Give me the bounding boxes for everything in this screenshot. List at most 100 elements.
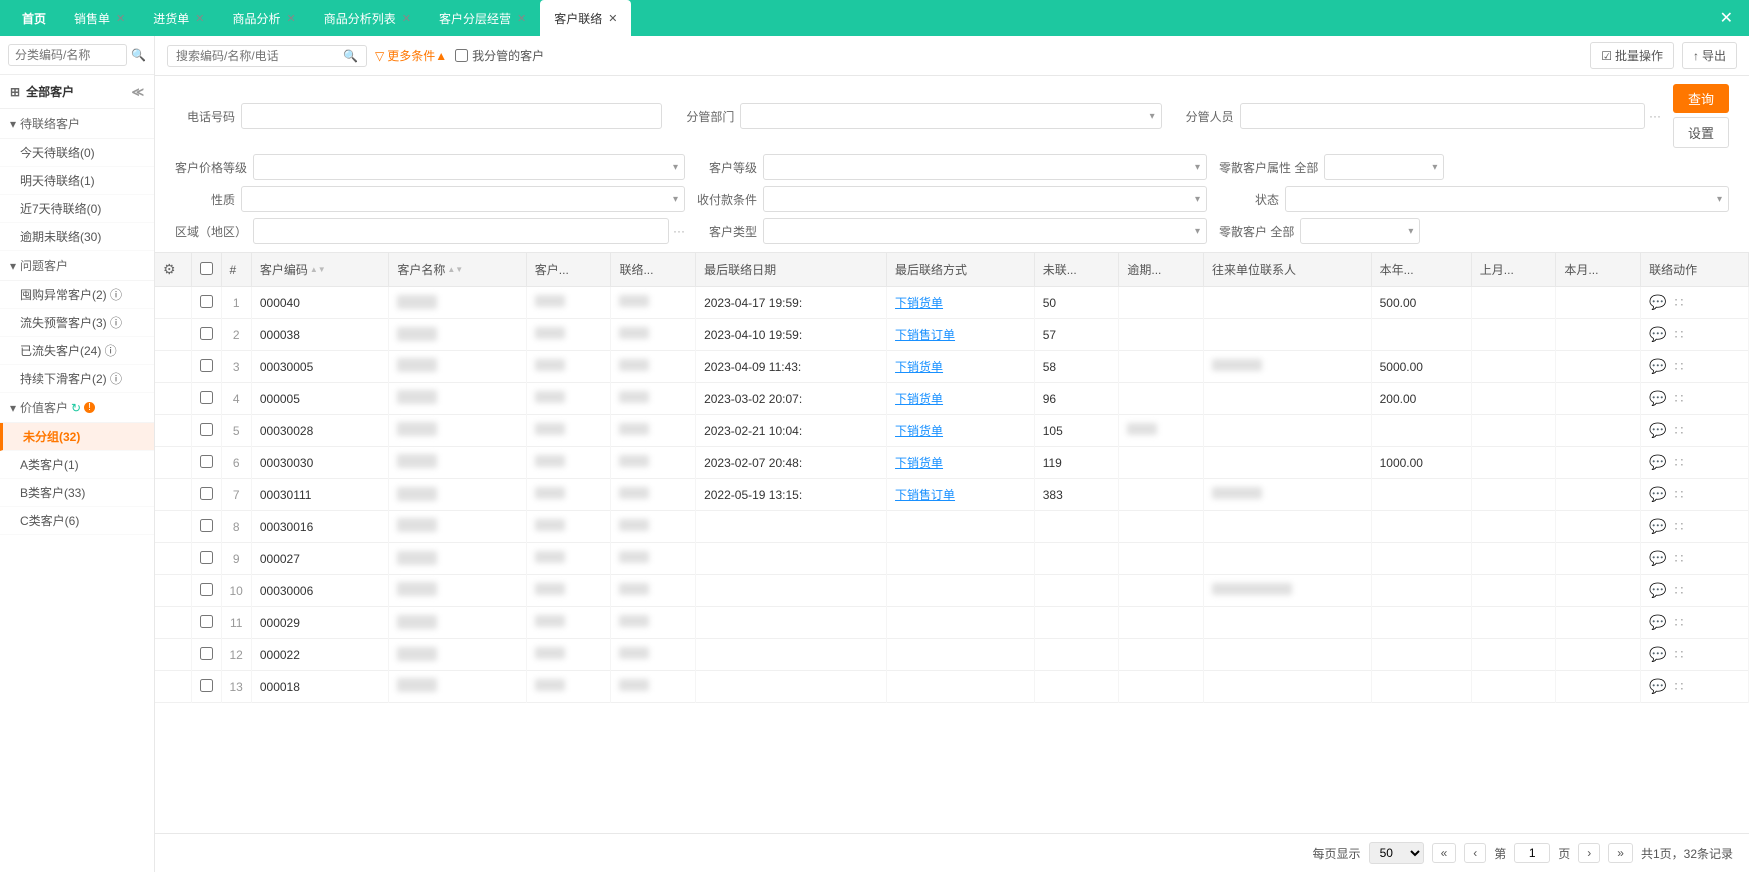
collapse-sidebar-icon[interactable]: ≪ <box>131 85 144 99</box>
filter-search-input[interactable] <box>176 49 339 63</box>
filter-phone-input[interactable] <box>241 103 662 129</box>
row-checkbox[interactable] <box>200 615 213 628</box>
row-last-contact-method[interactable]: 下销货单 <box>887 415 1035 447</box>
chat-icon[interactable]: 💬 <box>1649 518 1666 535</box>
filter-search-icon[interactable]: 🔍 <box>343 49 358 63</box>
nav-tab-sales[interactable]: 销售单 ✕ <box>60 0 139 36</box>
chat-icon[interactable]: 💬 <box>1649 454 1666 471</box>
row-last-contact-method[interactable]: 下销货单 <box>887 351 1035 383</box>
row-checkbox[interactable] <box>200 295 213 308</box>
sidebar-item-7days[interactable]: 近7天待联络(0) <box>0 195 154 223</box>
chat-icon[interactable]: 💬 <box>1649 486 1666 503</box>
filter-price-level-select[interactable]: ▾ <box>253 154 685 180</box>
nav-tab-customer-contact[interactable]: 客户联络 ✕ <box>540 0 631 36</box>
more-actions-icon[interactable]: ∷ <box>1675 294 1684 311</box>
chat-icon[interactable]: 💬 <box>1649 678 1666 695</box>
close-customer-contact-icon[interactable]: ✕ <box>608 12 617 25</box>
sidebar-item-hoarding[interactable]: 囤购异常客户(2) ⓘ <box>0 281 154 309</box>
sidebar-item-churned[interactable]: 已流失客户(24) ⓘ <box>0 337 154 365</box>
more-actions-icon[interactable]: ∷ <box>1675 390 1684 407</box>
more-actions-icon[interactable]: ∷ <box>1675 326 1684 343</box>
sidebar-group-problem[interactable]: ▾ 问题客户 <box>0 251 154 281</box>
this-month-col-header[interactable]: 本月... <box>1556 253 1641 287</box>
select-all-checkbox[interactable] <box>200 262 213 275</box>
chat-icon[interactable]: 💬 <box>1649 294 1666 311</box>
row-checkbox[interactable] <box>200 551 213 564</box>
first-page-button[interactable]: « <box>1432 843 1457 863</box>
page-number-input[interactable] <box>1514 843 1550 863</box>
row-last-contact-method[interactable]: 下销货单 <box>887 287 1035 319</box>
chat-icon[interactable]: 💬 <box>1649 646 1666 663</box>
row-checkbox[interactable] <box>200 327 213 340</box>
filter-payment-select[interactable]: ▾ <box>763 186 1207 212</box>
filter-customer-level-select[interactable]: ▾ <box>763 154 1207 180</box>
close-purchase-icon[interactable]: ✕ <box>195 12 204 25</box>
prev-page-button[interactable]: ‹ <box>1464 843 1486 863</box>
contact-col-header[interactable]: 联络... <box>611 253 696 287</box>
row-checkbox[interactable] <box>200 487 213 500</box>
window-close-button[interactable]: ✕ <box>1712 8 1741 28</box>
more-actions-icon[interactable]: ∷ <box>1675 678 1684 695</box>
chat-icon[interactable]: 💬 <box>1649 422 1666 439</box>
type-col-header[interactable]: 客户... <box>526 253 611 287</box>
row-last-contact-method[interactable]: 下销货单 <box>887 447 1035 479</box>
export-button[interactable]: ↑ 导出 <box>1682 42 1737 69</box>
chat-icon[interactable]: 💬 <box>1649 582 1666 599</box>
more-actions-icon[interactable]: ∷ <box>1675 486 1684 503</box>
sidebar-item-ungroup[interactable]: 未分组(32) <box>0 423 154 451</box>
nav-tab-product-analysis-list[interactable]: 商品分析列表 ✕ <box>310 0 425 36</box>
sidebar-item-declining[interactable]: 持续下滑客户(2) ⓘ <box>0 365 154 393</box>
sidebar-item-b-class[interactable]: B类客户(33) <box>0 479 154 507</box>
sidebar-search-icon[interactable]: 🔍 <box>131 48 146 62</box>
filter-customer-type-select[interactable]: ▾ <box>763 218 1207 244</box>
nav-tab-customer-segment[interactable]: 客户分层经营 ✕ <box>425 0 540 36</box>
name-col-header[interactable]: 客户名称▲▼ <box>389 253 526 287</box>
row-last-contact-method[interactable] <box>887 575 1035 607</box>
close-sales-icon[interactable]: ✕ <box>116 12 125 25</box>
query-button[interactable]: 查询 <box>1673 84 1729 113</box>
chat-icon[interactable]: 💬 <box>1649 390 1666 407</box>
row-last-contact-method[interactable] <box>887 543 1035 575</box>
close-product-analysis-list-icon[interactable]: ✕ <box>402 12 411 25</box>
batch-operation-button[interactable]: ☑ 批量操作 <box>1590 42 1674 69</box>
close-product-analysis-icon[interactable]: ✕ <box>287 12 296 25</box>
sidebar-item-today[interactable]: 今天待联络(0) <box>0 139 154 167</box>
row-last-contact-method[interactable] <box>887 671 1035 703</box>
row-last-contact-method[interactable] <box>887 607 1035 639</box>
table-settings-icon[interactable]: ⚙ <box>163 261 176 277</box>
row-checkbox[interactable] <box>200 359 213 372</box>
last-contact-date-col-header[interactable]: 最后联络日期 <box>696 253 887 287</box>
row-checkbox[interactable] <box>200 647 213 660</box>
filter-dept-select[interactable]: ▾ <box>740 103 1161 129</box>
sidebar-group-value[interactable]: ▾ 价值客户 ↻ ! <box>0 393 154 423</box>
sidebar-item-churn-warning[interactable]: 流失预警客户(3) ⓘ <box>0 309 154 337</box>
sidebar-search-input[interactable] <box>8 44 127 66</box>
my-customers-checkbox-label[interactable]: 我分管的客户 <box>455 47 544 64</box>
overdue-col-header[interactable]: 逾期... <box>1119 253 1204 287</box>
chat-icon[interactable]: 💬 <box>1649 614 1666 631</box>
sidebar-group-pending[interactable]: ▾ 待联络客户 <box>0 109 154 139</box>
sidebar-all-customers[interactable]: ⊞ 全部客户 ≪ <box>0 75 154 109</box>
filter-region-more-icon[interactable]: ··· <box>673 224 685 238</box>
sidebar-item-overdue[interactable]: 逾期未联络(30) <box>0 223 154 251</box>
my-customers-checkbox[interactable] <box>455 49 468 62</box>
nav-tab-purchase[interactable]: 进货单 ✕ <box>139 0 218 36</box>
filter-retail-customer-select[interactable]: ▾ <box>1300 218 1420 244</box>
row-checkbox[interactable] <box>200 583 213 596</box>
filter-status-select[interactable]: ▾ <box>1285 186 1729 212</box>
chat-icon[interactable]: 💬 <box>1649 358 1666 375</box>
row-last-contact-method[interactable] <box>887 639 1035 671</box>
more-actions-icon[interactable]: ∷ <box>1675 518 1684 535</box>
more-conditions-btn[interactable]: ▽ 更多条件 ▲ <box>375 47 447 64</box>
filter-retail-attr-select[interactable]: ▾ <box>1324 154 1444 180</box>
nav-tab-product-analysis[interactable]: 商品分析 ✕ <box>218 0 309 36</box>
row-last-contact-method[interactable]: 下销售订单 <box>887 479 1035 511</box>
more-actions-icon[interactable]: ∷ <box>1675 646 1684 663</box>
more-actions-icon[interactable]: ∷ <box>1675 358 1684 375</box>
nav-tab-home[interactable]: 首页 <box>8 0 60 36</box>
more-actions-icon[interactable]: ∷ <box>1675 422 1684 439</box>
close-customer-segment-icon[interactable]: ✕ <box>517 12 526 25</box>
row-last-contact-method[interactable] <box>887 511 1035 543</box>
row-last-contact-method[interactable]: 下销售订单 <box>887 319 1035 351</box>
last-month-col-header[interactable]: 上月... <box>1471 253 1556 287</box>
